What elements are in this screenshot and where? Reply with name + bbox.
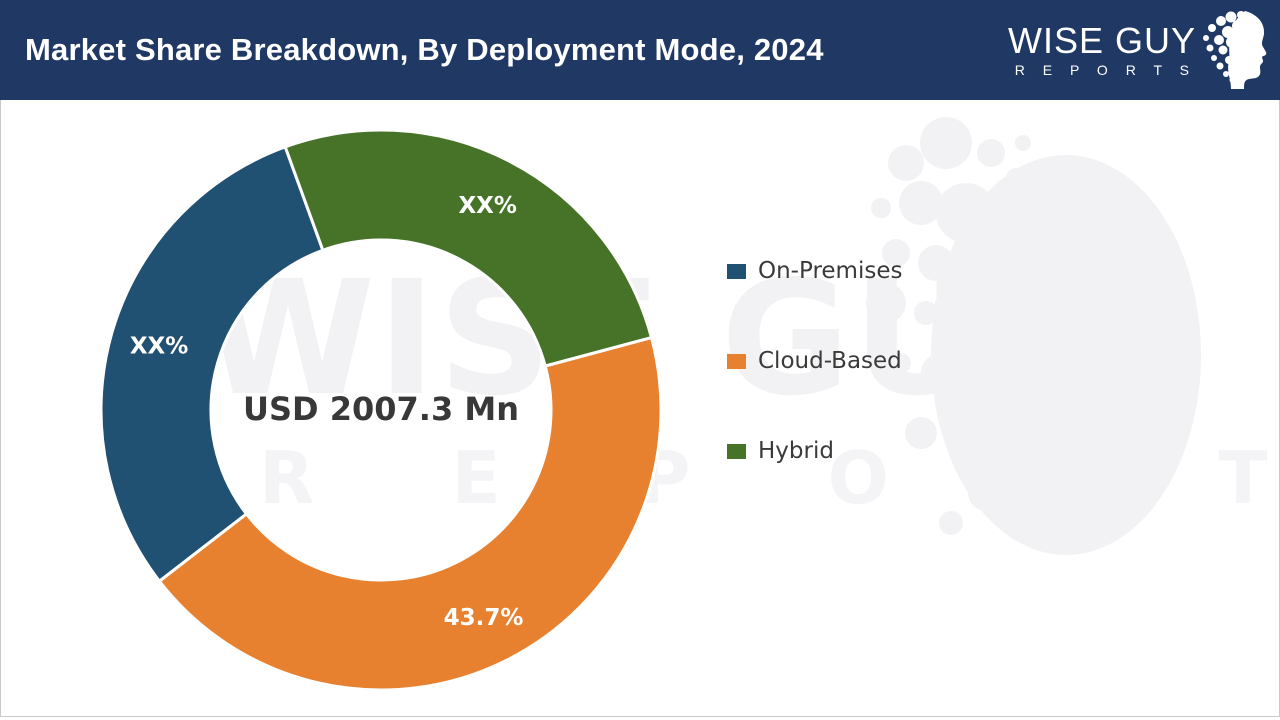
legend-item-hybrid: Hybrid [727,438,902,464]
face-profile-dots-icon [1203,11,1267,89]
logo-wordmark-sub: R E P O R T S [1014,61,1196,78]
slice-percentage-label: XX% [130,334,189,360]
header-bar: Market Share Breakdown, By Deployment Mo… [0,0,1280,100]
brand-logo: WISE GUY R E P O R T S [1008,0,1272,100]
donut-chart: XX% 43.7% XX% USD 2007.3 Mn [99,128,663,692]
legend-label-cloud-based: Cloud-Based [758,348,902,374]
donut-center-value: USD 2007.3 Mn [243,390,519,428]
logo-wordmark-main: WISE GUY [1007,19,1196,61]
legend: On-Premises Cloud-Based Hybrid [727,258,902,528]
chart-area: WISE GUY R E P O R T S [0,100,1280,717]
legend-item-cloud-based: Cloud-Based [727,348,902,374]
legend-swatch-cloud-based [727,353,746,369]
legend-label-hybrid: Hybrid [758,438,834,464]
logo-wordmark: WISE GUY R E P O R T S [1007,19,1196,78]
legend-swatch-on-premises [727,263,746,279]
page-title: Market Share Breakdown, By Deployment Mo… [25,32,824,67]
donut-slice-on-premises [99,145,325,583]
slice-percentage-label: 43.7% [444,605,524,631]
donut-slice-hybrid [283,128,653,368]
legend-swatch-hybrid [727,443,746,459]
slice-percentage-label: XX% [458,193,517,219]
legend-label-on-premises: On-Premises [758,258,903,284]
legend-item-on-premises: On-Premises [727,258,902,284]
